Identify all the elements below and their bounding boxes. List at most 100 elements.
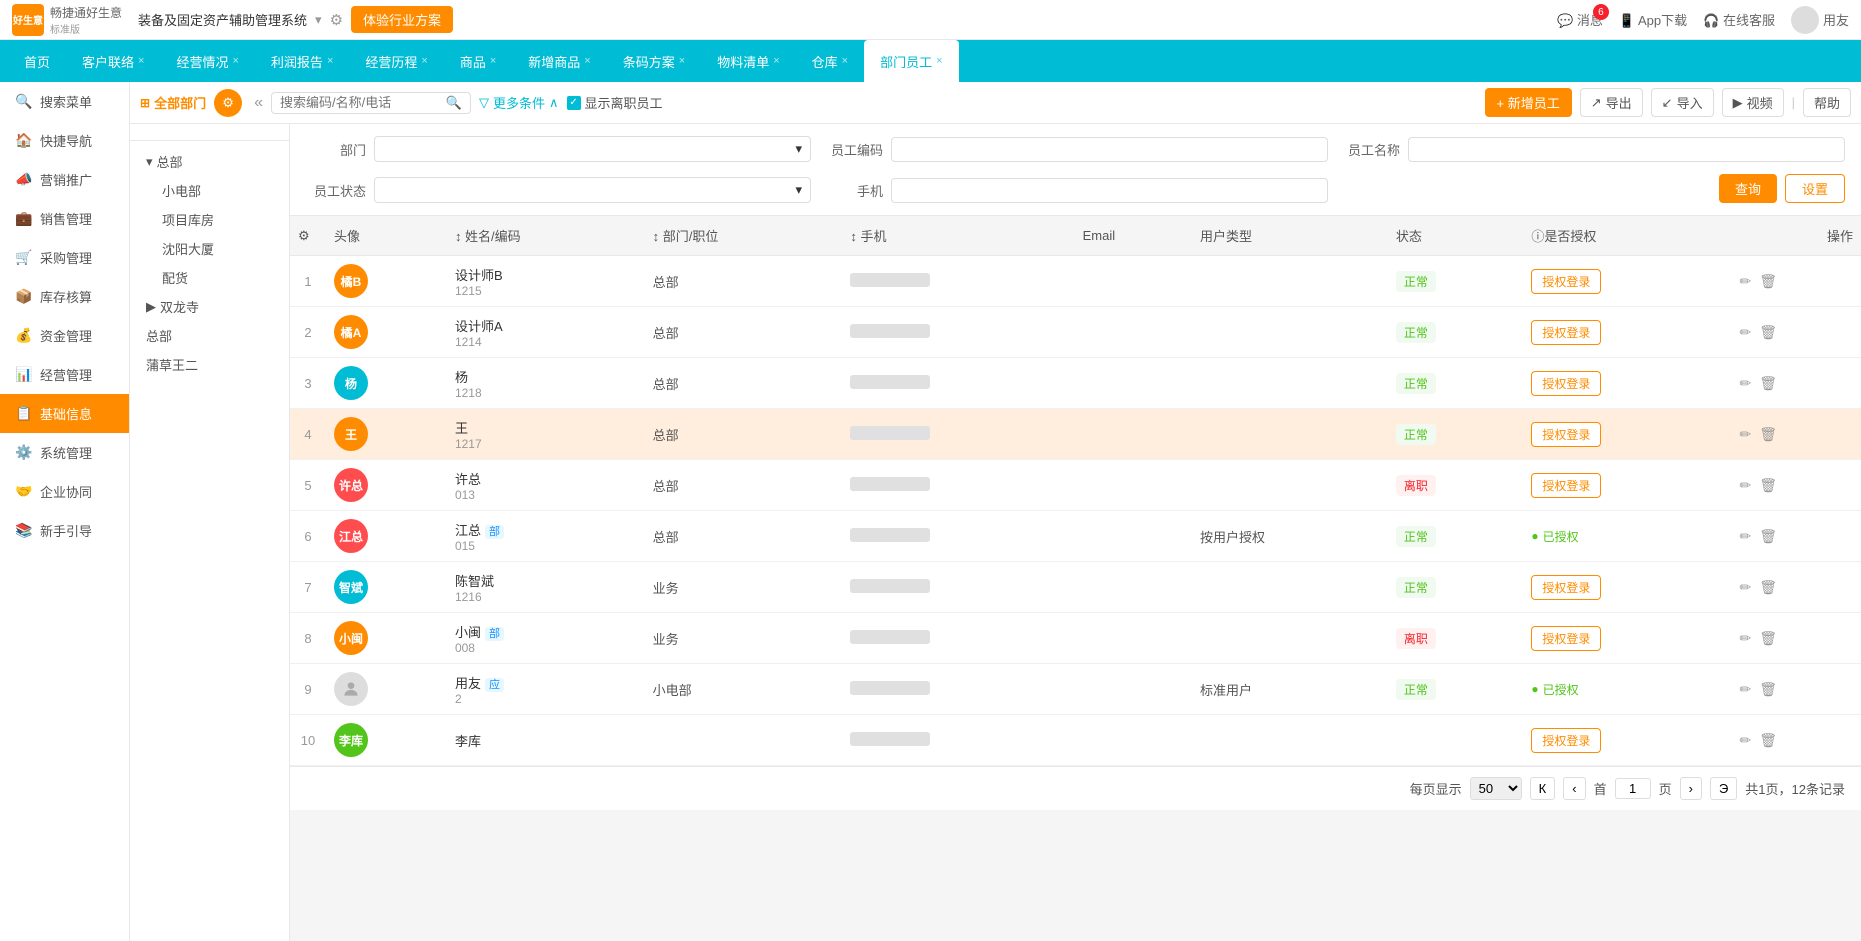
app-download[interactable]: 📱 App下载 (1619, 10, 1687, 29)
auth-login-button[interactable]: 授权登录 (1531, 626, 1601, 651)
close-icon[interactable]: × (490, 55, 496, 67)
import-button[interactable]: ↙ 导入 (1651, 88, 1714, 117)
employee-search-input[interactable] (280, 95, 446, 110)
dept-item-shenyang[interactable]: 沈阳大厦 (146, 234, 289, 263)
close-icon[interactable]: × (138, 55, 144, 67)
last-page-button[interactable]: Э (1710, 777, 1737, 800)
trial-button[interactable]: 体验行业方案 (351, 6, 453, 33)
edit-icon[interactable]: ✏ (1739, 324, 1751, 341)
edit-icon[interactable]: ✏ (1739, 426, 1751, 443)
collapse-icon[interactable]: « (254, 94, 263, 112)
prev-page-button[interactable]: ‹ (1563, 777, 1585, 800)
tab-warehouse[interactable]: 仓库 × (796, 40, 864, 82)
col-dept-pos[interactable]: ↕ 部门/职位 (645, 216, 843, 256)
auth-login-button[interactable]: 授权登录 (1531, 320, 1601, 345)
help-button[interactable]: 帮助 (1803, 88, 1851, 117)
sidebar-item-search[interactable]: 🔍 搜索菜单 (0, 82, 129, 121)
dept-item-shuanglongsi[interactable]: ▶ 双龙寺 (130, 292, 289, 321)
delete-icon[interactable]: 🗑 (1759, 579, 1777, 596)
edit-icon[interactable]: ✏ (1739, 375, 1751, 392)
close-icon[interactable]: × (679, 55, 685, 67)
close-icon[interactable]: × (421, 55, 427, 67)
delete-icon[interactable]: 🗑 (1759, 273, 1777, 290)
edit-icon[interactable]: ✏ (1739, 477, 1751, 494)
delete-icon[interactable]: 🗑 (1759, 630, 1777, 647)
dept-item-zongbu-parent[interactable]: ▾ 总部 (130, 147, 289, 176)
close-icon[interactable]: × (936, 55, 942, 67)
tab-bom[interactable]: 物料清单 × (701, 40, 795, 82)
sidebar-item-finance[interactable]: 💰 资金管理 (0, 316, 129, 355)
tab-operations[interactable]: 经营情况 × (160, 40, 254, 82)
auth-login-button[interactable]: 授权登录 (1531, 728, 1601, 753)
delete-icon[interactable]: 🗑 (1759, 681, 1777, 698)
edit-icon[interactable]: ✏ (1739, 681, 1751, 698)
dept-item-pucao[interactable]: 蒲草王二 (130, 350, 289, 379)
auth-login-button[interactable]: 授权登录 (1531, 422, 1601, 447)
page-number-input[interactable] (1615, 778, 1651, 799)
col-name-code[interactable]: ↕ 姓名/编码 (447, 216, 645, 256)
query-button[interactable]: 查询 (1719, 174, 1777, 203)
user-avatar[interactable]: 用友 (1791, 6, 1849, 34)
dept-item-zongbu2[interactable]: 总部 (130, 321, 289, 350)
filter-dept-select[interactable]: ▾ (374, 136, 811, 162)
tab-history[interactable]: 经营历程 × (349, 40, 443, 82)
online-service[interactable]: 🎧 在线客服 (1703, 10, 1775, 29)
export-button[interactable]: ↗ 导出 (1580, 88, 1643, 117)
tab-employees[interactable]: 部门员工 × (864, 40, 958, 82)
close-icon[interactable]: × (842, 55, 848, 67)
close-icon[interactable]: × (773, 55, 779, 67)
filter-status-select[interactable]: ▾ (374, 177, 811, 203)
auth-login-button[interactable]: 授权登录 (1531, 371, 1601, 396)
tab-customer[interactable]: 客户联络 × (66, 40, 160, 82)
tab-home[interactable]: 首页 (8, 40, 66, 82)
edit-icon[interactable]: ✏ (1739, 732, 1751, 749)
auth-login-button[interactable]: 授权登录 (1531, 473, 1601, 498)
more-conditions[interactable]: ▽ 更多条件 ∧ (479, 93, 559, 112)
tab-profit[interactable]: 利润报告 × (255, 40, 349, 82)
col-phone[interactable]: ↕ 手机 (842, 216, 1074, 256)
sidebar-item-purchase[interactable]: 🛒 采购管理 (0, 238, 129, 277)
auth-login-button[interactable]: 授权登录 (1531, 269, 1601, 294)
settings-icon[interactable]: ⚙ (330, 11, 343, 29)
delete-icon[interactable]: 🗑 (1759, 426, 1777, 443)
dropdown-icon[interactable]: ▾ (315, 12, 322, 28)
show-departed-wrap[interactable]: ✓ 显示离职员工 (567, 93, 663, 112)
dept-item-xiaodibu[interactable]: 小电部 (146, 176, 289, 205)
view-button[interactable]: ▶ 视频 (1722, 88, 1784, 117)
auth-login-button[interactable]: 授权登录 (1531, 575, 1601, 600)
dept-item-xiangmuku[interactable]: 项目库房 (146, 205, 289, 234)
close-icon[interactable]: × (232, 55, 238, 67)
sidebar-item-system[interactable]: ⚙️ 系统管理 (0, 433, 129, 472)
filter-name-input[interactable] (1408, 137, 1845, 162)
next-page-button[interactable]: › (1680, 777, 1702, 800)
delete-icon[interactable]: 🗑 (1759, 375, 1777, 392)
tab-add-product[interactable]: 新增商品 × (512, 40, 606, 82)
close-icon[interactable]: × (584, 55, 590, 67)
sidebar-item-basic[interactable]: 📋 基础信息 (0, 394, 129, 433)
delete-icon[interactable]: 🗑 (1759, 732, 1777, 749)
sidebar-item-collab[interactable]: 🤝 企业协同 (0, 472, 129, 511)
edit-icon[interactable]: ✏ (1739, 630, 1751, 647)
sidebar-item-inventory[interactable]: 📦 库存核算 (0, 277, 129, 316)
filter-phone-input[interactable] (891, 178, 1328, 203)
edit-icon[interactable]: ✏ (1739, 579, 1751, 596)
sidebar-item-marketing[interactable]: 📣 营销推广 (0, 160, 129, 199)
add-employee-button[interactable]: + 新增员工 (1485, 88, 1572, 117)
close-icon[interactable]: × (327, 55, 333, 67)
delete-icon[interactable]: 🗑 (1759, 528, 1777, 545)
per-page-select[interactable]: 50 20 100 (1470, 777, 1522, 800)
first-page-button[interactable]: К (1530, 777, 1556, 800)
set-button[interactable]: 设置 (1785, 174, 1845, 203)
filter-code-input[interactable] (891, 137, 1328, 162)
delete-icon[interactable]: 🗑 (1759, 477, 1777, 494)
sidebar-item-guide[interactable]: 📚 新手引导 (0, 511, 129, 550)
edit-icon[interactable]: ✏ (1739, 273, 1751, 290)
tab-products[interactable]: 商品 × (444, 40, 512, 82)
tab-barcode[interactable]: 条码方案 × (607, 40, 701, 82)
delete-icon[interactable]: 🗑 (1759, 324, 1777, 341)
sidebar-item-operations[interactable]: 📊 经营管理 (0, 355, 129, 394)
sidebar-item-quicknav[interactable]: 🏠 快捷导航 (0, 121, 129, 160)
message-icon[interactable]: 💬 消息 6 (1557, 10, 1603, 29)
dept-settings-icon[interactable]: ⚙ (214, 89, 242, 117)
dept-item-peihuo[interactable]: 配货 (146, 263, 289, 292)
